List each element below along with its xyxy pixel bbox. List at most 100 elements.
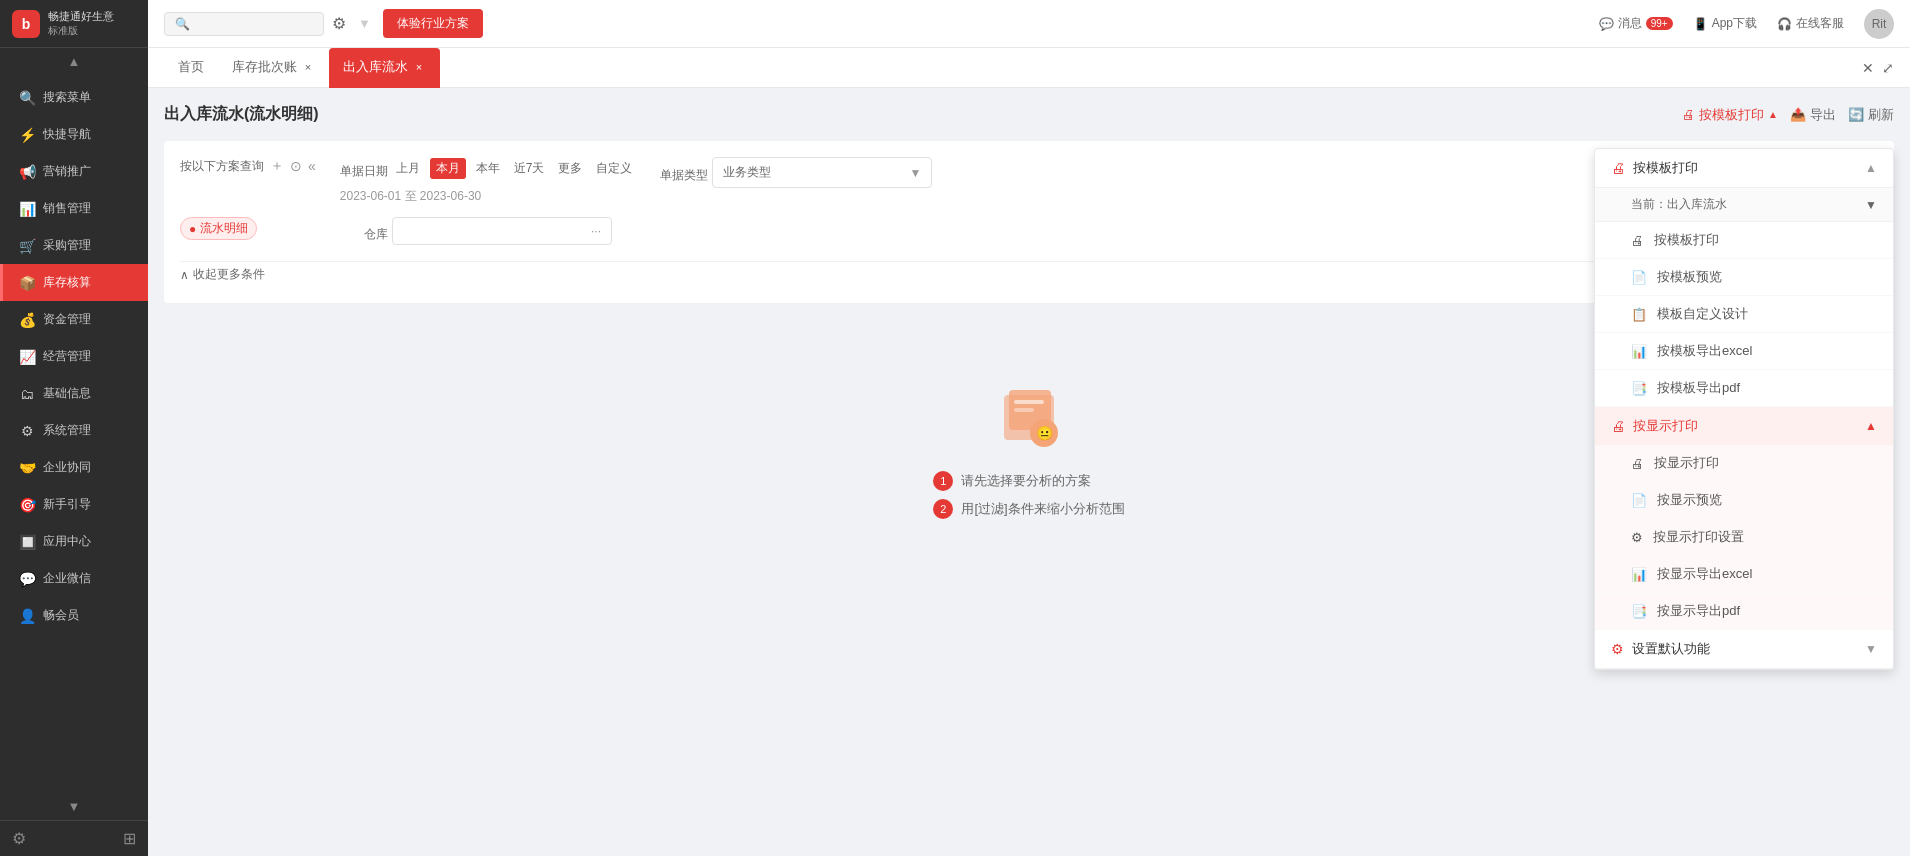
topbar-search-box[interactable]: 🔍 xyxy=(164,12,324,36)
filter-warehouse-section: 仓库 ··· xyxy=(364,217,612,245)
user-avatar[interactable]: Rit xyxy=(1864,9,1894,39)
display-export-pdf-item[interactable]: 📑 按显示导出pdf xyxy=(1595,593,1893,630)
sidebar-item-marketing[interactable]: 📢 营销推广 xyxy=(0,153,148,190)
topbar: 🔍 ⚙ ▼ 体验行业方案 💬 消息 99+ 📱 App下载 🎧 在线客服 Rit xyxy=(148,0,1910,48)
expand-window-icon[interactable]: ⤢ xyxy=(1882,60,1894,76)
tab-home[interactable]: 首页 xyxy=(164,48,218,88)
batch-tab-close[interactable]: × xyxy=(301,60,315,74)
sidebar-item-purchase[interactable]: 🛒 采购管理 xyxy=(0,227,148,264)
search-input[interactable] xyxy=(194,17,313,31)
sidebar-item-basic[interactable]: 🗂 基础信息 xyxy=(0,375,148,412)
display-print-item-icon: 🖨 xyxy=(1631,456,1644,471)
online-service-button[interactable]: 🎧 在线客服 xyxy=(1777,15,1844,32)
active-tab-label: 出入库流水 xyxy=(343,58,408,76)
display-settings-icon: ⚙ xyxy=(1631,530,1643,545)
svg-text:😐: 😐 xyxy=(1036,425,1054,442)
settings-gear-icon[interactable]: ⚙ xyxy=(332,14,346,33)
template-design-item[interactable]: 📋 模板自定义设计 xyxy=(1595,296,1893,333)
empty-step-1: 1 请先选择要分析的方案 xyxy=(933,471,1124,491)
sidebar-logo: b 畅捷通好生意 标准版 xyxy=(0,0,148,48)
sidebar-item-collab[interactable]: 🤝 企业协同 xyxy=(0,449,148,486)
batch-tab-label: 库存批次账 xyxy=(232,58,297,76)
sidebar-item-inventory[interactable]: 📦 库存核算 xyxy=(0,264,148,301)
message-button[interactable]: 💬 消息 99+ xyxy=(1599,15,1673,32)
type-label: 单据类型 xyxy=(660,161,708,184)
guide-icon: 🎯 xyxy=(19,497,35,513)
date-opt-7days[interactable]: 近7天 xyxy=(510,158,549,179)
template-print-item[interactable]: 🖨 按模板打印 xyxy=(1595,222,1893,259)
sidebar-scroll-down[interactable]: ▼ xyxy=(0,793,148,820)
date-opt-this-year[interactable]: 本年 xyxy=(472,158,504,179)
appstore-icon: 🔲 xyxy=(19,534,35,550)
sidebar-item-operation[interactable]: 📈 经营管理 xyxy=(0,338,148,375)
app-download-button[interactable]: 📱 App下载 xyxy=(1693,15,1757,32)
tabs-bar: 首页 库存批次账 × 出入库流水 × ✕ ⤢ xyxy=(148,48,1910,88)
sidebar-item-finance[interactable]: 💰 资金管理 xyxy=(0,301,148,338)
svg-rect-2 xyxy=(1014,400,1044,404)
search-icon: 🔍 xyxy=(19,90,35,106)
template-export-excel-item[interactable]: 📊 按模板导出excel xyxy=(1595,333,1893,370)
date-opt-more[interactable]: 更多 xyxy=(554,158,586,179)
sidebar-item-appstore[interactable]: 🔲 应用中心 xyxy=(0,523,148,560)
display-print-settings-item[interactable]: ⚙ 按显示打印设置 xyxy=(1595,519,1893,556)
template-export-pdf-item[interactable]: 📑 按模板导出pdf xyxy=(1595,370,1893,407)
template-preview-item[interactable]: 📄 按模板预览 xyxy=(1595,259,1893,296)
main-area: 🔍 ⚙ ▼ 体验行业方案 💬 消息 99+ 📱 App下载 🎧 在线客服 Rit xyxy=(148,0,1910,856)
display-preview-item[interactable]: 📄 按显示预览 xyxy=(1595,482,1893,519)
active-tab-close[interactable]: × xyxy=(412,60,426,74)
display-print-item[interactable]: 🖨 按显示打印 xyxy=(1595,445,1893,482)
sidebar-item-sales[interactable]: 📊 销售管理 xyxy=(0,190,148,227)
refresh-button[interactable]: 🔄 刷新 xyxy=(1848,106,1894,124)
headset-icon: 🎧 xyxy=(1777,17,1792,31)
quick-icon: ⚡ xyxy=(19,127,35,143)
tab-batch[interactable]: 库存批次账 × xyxy=(218,48,329,88)
sidebar-item-quick[interactable]: ⚡ 快捷导航 xyxy=(0,116,148,153)
template-print-section-header[interactable]: 🖨 按模板打印 ▲ xyxy=(1595,149,1893,188)
warehouse-select[interactable]: ··· xyxy=(392,217,612,245)
member-icon: 👤 xyxy=(19,608,35,624)
scheme-label: 流水明细 xyxy=(200,220,248,237)
solution-button[interactable]: 体验行业方案 xyxy=(383,9,483,38)
display-export-excel-item[interactable]: 📊 按显示导出excel xyxy=(1595,556,1893,593)
sidebar-item-member[interactable]: 👤 畅会员 xyxy=(0,597,148,634)
separator: ▼ xyxy=(358,16,371,31)
settings-icon[interactable]: ⚙ xyxy=(12,829,26,848)
sidebar-item-guide[interactable]: 🎯 新手引导 xyxy=(0,486,148,523)
filter-settings-button[interactable]: ⊙ xyxy=(290,158,302,174)
search-icon: 🔍 xyxy=(175,17,190,31)
sidebar-item-system[interactable]: ⚙ 系统管理 xyxy=(0,412,148,449)
filter-collapse-icon[interactable]: « xyxy=(308,158,316,174)
print-button[interactable]: 🖨 按模板打印 ▲ xyxy=(1682,106,1778,124)
topbar-right: 💬 消息 99+ 📱 App下载 🎧 在线客服 Rit xyxy=(1599,9,1894,39)
sidebar-item-search[interactable]: 🔍 搜索菜单 xyxy=(0,79,148,116)
sidebar-item-label: 畅会员 xyxy=(43,607,79,624)
wechat-icon: 💬 xyxy=(19,571,35,587)
sidebar-item-label: 应用中心 xyxy=(43,533,91,550)
sidebar-item-label: 搜索菜单 xyxy=(43,89,91,106)
purchase-icon: 🛒 xyxy=(19,238,35,254)
filter-heading-label: 按以下方案查询 xyxy=(180,158,264,175)
date-opt-this-month[interactable]: 本月 xyxy=(430,158,466,179)
date-opt-last-month[interactable]: 上月 xyxy=(392,158,424,179)
app-logo-icon: b xyxy=(12,10,40,38)
filter-add-button[interactable]: ＋ xyxy=(270,157,284,175)
collapse-button[interactable]: ∧ 收起更多条件 xyxy=(180,266,265,283)
collapse-sidebar-icon[interactable]: ⊞ xyxy=(123,829,136,848)
date-label: 单据日期 xyxy=(340,157,388,180)
close-window-icon[interactable]: ✕ xyxy=(1862,60,1874,76)
default-settings-section-header[interactable]: ⚙ 设置默认功能 ▼ xyxy=(1595,630,1893,669)
sidebar-scroll-up[interactable]: ▲ xyxy=(0,48,148,75)
type-select[interactable]: 业务类型 ▼ xyxy=(712,157,932,188)
display-preview-icon: 📄 xyxy=(1631,493,1647,508)
date-range-display: 2023-06-01 至 2023-06-30 xyxy=(340,188,637,205)
sidebar-item-wechat[interactable]: 💬 企业微信 xyxy=(0,560,148,597)
tab-active[interactable]: 出入库流水 × xyxy=(329,48,440,88)
phone-icon: 📱 xyxy=(1693,17,1708,31)
export-button[interactable]: 📤 导出 xyxy=(1790,106,1836,124)
template-print-item-icon: 🖨 xyxy=(1631,233,1644,248)
display-print-section-header[interactable]: 🖨 按显示打印 ▲ xyxy=(1595,407,1893,445)
template-print-title: 按模板打印 xyxy=(1633,159,1698,177)
date-opt-custom[interactable]: 自定义 xyxy=(592,158,636,179)
print-dropdown-panel: 🖨 按模板打印 ▲ 当前：出入库流水 ▼ 🖨 按模板打印 📄 按模板预览 📋 模… xyxy=(1594,148,1894,670)
sidebar-item-label: 库存核算 xyxy=(43,274,91,291)
